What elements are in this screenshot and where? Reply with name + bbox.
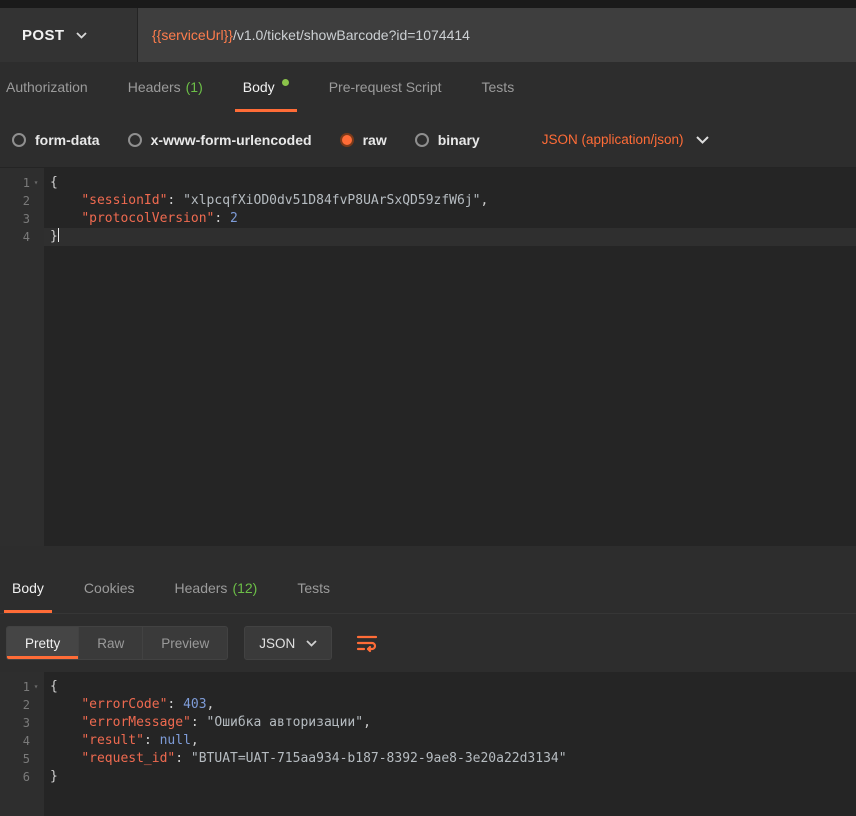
response-headers-count-badge: (12) [232,579,258,596]
headers-count-badge: (1) [185,79,203,95]
content-type-select[interactable]: JSON (application/json) [542,132,709,147]
tab-label: Cookies [83,579,135,596]
response-format-select[interactable]: JSON [244,626,333,660]
segment-pretty[interactable]: Pretty [7,627,79,659]
line-number: 6 [22,770,30,784]
code-line: 4 "result": null, [0,732,856,750]
segment-raw[interactable]: Raw [78,627,142,659]
radio-circle-icon [339,132,354,147]
tab-tests[interactable]: Tests [462,62,535,112]
url-path: /v1.0/ticket/showBarcode?id=1074414 [232,27,470,43]
segment-label: Pretty [25,635,61,651]
code-line: 3 "errorMessage": "Ошибка авторизации", [0,714,856,732]
window-top-strip [0,0,856,8]
tab-label: Tests [297,579,331,596]
tab-label: Body [242,79,275,95]
line-number: 1 ▾ [0,174,44,192]
request-url-bar: POST {{serviceUrl}}/v1.0/ticket/showBarc… [0,8,856,62]
tab-response-headers[interactable]: Headers (12) [155,562,278,613]
radio-x-www-form-urlencoded[interactable]: x-www-form-urlencoded [127,131,312,148]
response-view-switcher: Pretty Raw Preview [6,626,229,660]
segment-label: Raw [97,635,125,651]
postman-window: POST {{serviceUrl}}/v1.0/ticket/showBarc… [0,0,856,816]
line-number: 2 [22,698,30,712]
wrap-text-button[interactable] [350,626,384,660]
url-input[interactable]: {{serviceUrl}}/v1.0/ticket/showBarcode?i… [138,8,856,62]
radio-binary[interactable]: binary [414,131,480,148]
line-number: 4 [22,230,30,244]
content-type-label: JSON (application/json) [541,132,684,147]
segment-preview[interactable]: Preview [142,627,227,659]
body-status-dot-icon [281,78,289,86]
tab-label: Authorization [6,79,88,95]
radio-label: binary [437,131,480,148]
body-type-row: form-data x-www-form-urlencoded raw bina… [0,112,856,168]
code-line: 2 "sessionId": "xlpcqfXiOD0dv51D84fvP8UA… [0,192,856,210]
line-number: 2 [22,194,30,208]
response-body-editor[interactable]: 1 ▾{2 "errorCode": 403, 3 "errorMessage": … [0,672,856,816]
tab-label: Headers [174,579,228,596]
response-tabs: Body Cookies Headers (12) Tests [0,546,856,614]
format-label: JSON [259,635,296,651]
line-number: 1 ▾ [0,678,44,696]
tab-response-body[interactable]: Body [4,562,64,613]
method-select[interactable]: POST [0,8,138,62]
method-label: POST [22,26,65,44]
line-number: 3 [22,716,30,730]
code-line: 5 "request_id": "BTUAT=UAT-715aa934-b187… [0,750,856,768]
code-line: 1 ▾{ [0,174,856,192]
wrap-text-icon [357,635,378,653]
tab-label: Tests [481,79,515,95]
tab-pre-request-script[interactable]: Pre-request Script [309,62,462,112]
code-line: 3 "protocolVersion": 2 [0,210,856,228]
tab-label: Pre-request Script [328,79,442,95]
tab-response-cookies[interactable]: Cookies [64,562,155,613]
tab-headers[interactable]: Headers (1) [108,62,223,112]
radio-label: form-data [35,131,100,148]
tab-body[interactable]: Body [223,62,309,112]
tab-response-tests[interactable]: Tests [277,562,350,613]
line-number: 4 [22,734,30,748]
line-number: 5 [22,752,30,766]
chevron-down-icon [306,639,317,647]
chevron-down-icon [695,135,709,144]
fold-toggle-icon[interactable]: ▾ [30,174,42,192]
request-body-editor[interactable]: 1 ▾{2 "sessionId": "xlpcqfXiOD0dv51D84fvP… [0,168,856,546]
code-line: 4} [0,228,856,246]
tab-label: Headers [127,79,181,95]
request-tabs: Authorization Headers (1) Body Pre-reques… [0,62,856,112]
code-line: 1 ▾{ [0,678,856,696]
radio-circle-icon [127,132,142,147]
fold-toggle-icon[interactable]: ▾ [30,678,42,696]
radio-circle-icon [12,132,26,147]
chevron-down-icon [76,31,88,39]
code-line: 2 "errorCode": 403, [0,696,856,714]
line-number: 3 [22,212,30,226]
radio-raw[interactable]: raw [339,131,387,148]
radio-circle-icon [414,132,429,147]
url-variable: {{serviceUrl}} [152,27,233,43]
tab-label: Body [12,579,44,596]
radio-label: x-www-form-urlencoded [150,131,312,148]
tab-authorization[interactable]: Authorization [4,62,108,112]
radio-form-data[interactable]: form-data [12,132,100,148]
code-line: 6} [0,768,856,786]
radio-label: raw [362,131,387,148]
segment-label: Preview [161,635,210,651]
text-cursor [57,228,59,242]
response-toolbar: Pretty Raw Preview JSON [0,614,856,672]
